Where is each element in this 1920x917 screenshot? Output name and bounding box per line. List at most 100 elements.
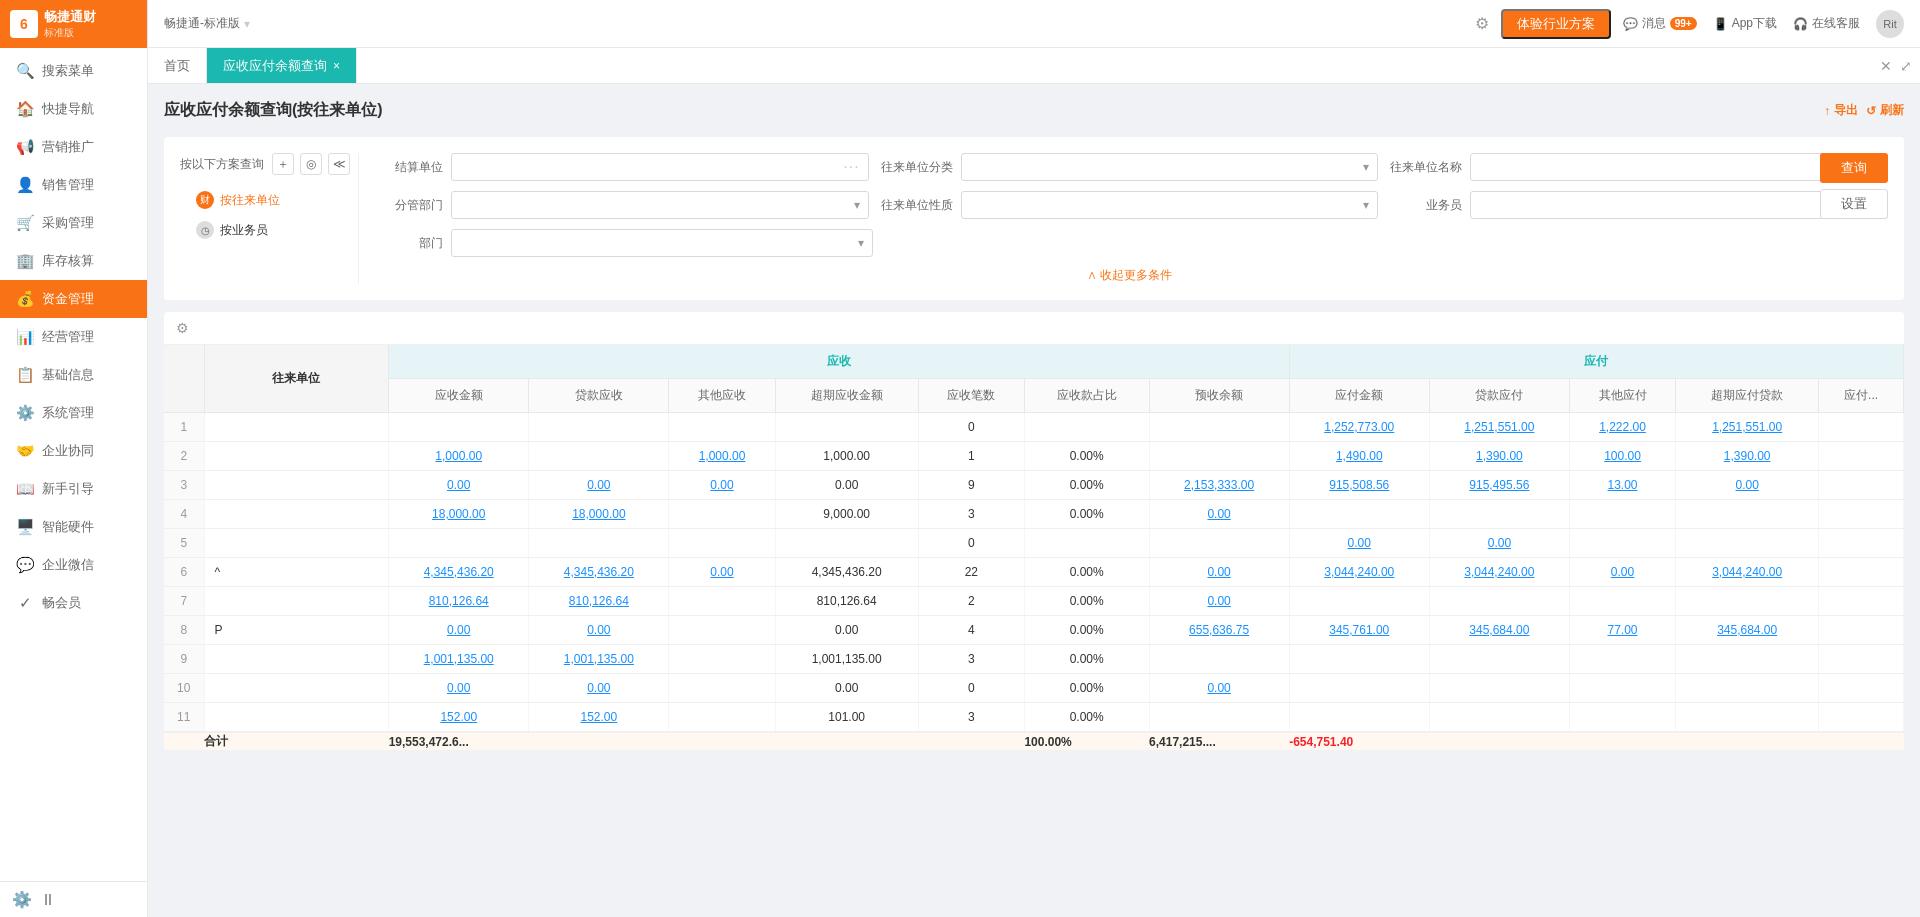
cell-qt_ys[interactable] [669, 703, 775, 733]
cell-yf_je[interactable] [1289, 500, 1429, 529]
app-download-button[interactable]: 📱 App下载 [1713, 15, 1777, 32]
sidebar-item-finance[interactable]: 💰资金管理 [0, 280, 147, 318]
scheme-settings-btn[interactable]: ◎ [300, 153, 322, 175]
cell-qt_ys[interactable] [669, 413, 775, 442]
filter-jiesuan-input[interactable]: ··· [451, 153, 869, 181]
set-button[interactable]: 设置 [1820, 189, 1888, 219]
cell-ys_je[interactable]: 4,345,436.20 [389, 558, 529, 587]
cell-yf_je[interactable] [1289, 587, 1429, 616]
cell-qt_ys[interactable] [669, 645, 775, 674]
cell-qt_yf[interactable] [1569, 645, 1675, 674]
cell-dk_ys[interactable]: 0.00 [529, 471, 669, 500]
cell-cq_yf_dk[interactable] [1676, 703, 1819, 733]
cell-ys_ye[interactable]: 655,636.75 [1149, 616, 1289, 645]
cell-dk_ys[interactable]: 810,126.64 [529, 587, 669, 616]
tabs-close-icon[interactable]: ✕ [1880, 58, 1892, 74]
filter-collapse-btn[interactable]: ∧ 收起更多条件 [371, 267, 1888, 284]
refresh-button[interactable]: ↺ 刷新 [1866, 102, 1904, 119]
cell-qt_ys[interactable] [669, 587, 775, 616]
sidebar-item-inventory[interactable]: 🏢库存核算 [0, 242, 147, 280]
cell-dk_yf[interactable] [1429, 674, 1569, 703]
sidebar-item-wechat[interactable]: 💬企业微信 [0, 546, 147, 584]
cell-yf_je[interactable]: 345,761.00 [1289, 616, 1429, 645]
cell-qt_ys[interactable]: 0.00 [669, 471, 775, 500]
sidebar-collapse-icon[interactable]: ⏸ [40, 891, 56, 909]
filter-wanglai-xingzhi-input[interactable]: ▾ [961, 191, 1379, 219]
cell-cq_yf_dk[interactable]: 345,684.00 [1676, 616, 1819, 645]
cell-cq_yf_dk[interactable] [1676, 500, 1819, 529]
sidebar-item-operation[interactable]: 📊经营管理 [0, 318, 147, 356]
cell-ys_je[interactable]: 0.00 [389, 471, 529, 500]
cell-ys_ye[interactable] [1149, 413, 1289, 442]
sidebar-item-purchase[interactable]: 🛒采购管理 [0, 204, 147, 242]
filter-bumen-input[interactable]: ▾ [451, 229, 873, 257]
cell-qt_yf[interactable]: 77.00 [1569, 616, 1675, 645]
cell-cq_yf_dk[interactable] [1676, 587, 1819, 616]
footer-ys-ye[interactable]: 6,417,215.... [1149, 732, 1289, 750]
cell-dk_yf[interactable]: 915,495.56 [1429, 471, 1569, 500]
tab-home[interactable]: 首页 [148, 48, 207, 83]
cell-yf_je[interactable] [1289, 674, 1429, 703]
cell-yf_je[interactable]: 0.00 [1289, 529, 1429, 558]
cell-qt_yf[interactable]: 0.00 [1569, 558, 1675, 587]
online-service-button[interactable]: 🎧 在线客服 [1793, 15, 1860, 32]
sidebar-settings-icon[interactable]: ⚙️ [12, 890, 32, 909]
cell-dk_yf[interactable]: 345,684.00 [1429, 616, 1569, 645]
cell-dk_ys[interactable]: 1,001,135.00 [529, 645, 669, 674]
cell-cq_yf_dk[interactable]: 1,390.00 [1676, 442, 1819, 471]
cell-dk_yf[interactable] [1429, 645, 1569, 674]
export-button[interactable]: ↑ 导出 [1824, 102, 1858, 119]
cell-yf_je[interactable]: 915,508.56 [1289, 471, 1429, 500]
cell-cq_yf_dk[interactable] [1676, 529, 1819, 558]
cell-qt_yf[interactable] [1569, 529, 1675, 558]
cell-dk_ys[interactable]: 0.00 [529, 674, 669, 703]
topbar-gear-icon[interactable]: ⚙ [1475, 14, 1489, 33]
sidebar-item-corp[interactable]: 🤝企业协同 [0, 432, 147, 470]
cell-qt_yf[interactable] [1569, 500, 1675, 529]
cell-dk_ys[interactable] [529, 529, 669, 558]
scheme-collapse-btn[interactable]: ≪ [328, 153, 350, 175]
cell-dk_ys[interactable] [529, 442, 669, 471]
sidebar-item-member[interactable]: ✓畅会员 [0, 584, 147, 622]
cell-ys_je[interactable]: 0.00 [389, 616, 529, 645]
sidebar-item-quick[interactable]: 🏠快捷导航 [0, 90, 147, 128]
cell-dk_yf[interactable]: 3,044,240.00 [1429, 558, 1569, 587]
tabs-expand-icon[interactable]: ⤢ [1900, 58, 1912, 74]
cell-yf_je[interactable]: 1,252,773.00 [1289, 413, 1429, 442]
filter-wanglai-fenl-input[interactable]: ▾ [961, 153, 1379, 181]
sidebar-item-marketing[interactable]: 📢营销推广 [0, 128, 147, 166]
cell-qt_ys[interactable] [669, 500, 775, 529]
scheme-item-unit[interactable]: 财 按往来单位 [188, 187, 350, 213]
cell-ys_ye[interactable]: 0.00 [1149, 674, 1289, 703]
cell-cq_yf_dk[interactable]: 1,251,551.00 [1676, 413, 1819, 442]
cell-dk_ys[interactable] [529, 413, 669, 442]
cell-ys_ye[interactable] [1149, 703, 1289, 733]
filter-fenguan-input[interactable]: ▾ [451, 191, 869, 219]
cell-ys_ye[interactable]: 0.00 [1149, 558, 1289, 587]
sidebar-item-basic[interactable]: 📋基础信息 [0, 356, 147, 394]
tab-query[interactable]: 应收应付余额查询 × [207, 48, 357, 83]
cell-cq_yf_dk[interactable] [1676, 645, 1819, 674]
cell-qt_yf[interactable]: 100.00 [1569, 442, 1675, 471]
cell-dk_yf[interactable]: 1,251,551.00 [1429, 413, 1569, 442]
sidebar-item-system[interactable]: ⚙️系统管理 [0, 394, 147, 432]
cell-dk_yf[interactable]: 0.00 [1429, 529, 1569, 558]
cell-ys_ye[interactable] [1149, 529, 1289, 558]
promo-button[interactable]: 体验行业方案 [1501, 9, 1611, 39]
cell-qt_yf[interactable] [1569, 703, 1675, 733]
cell-ys_ye[interactable] [1149, 442, 1289, 471]
cell-dk_yf[interactable] [1429, 500, 1569, 529]
cell-qt_ys[interactable] [669, 616, 775, 645]
cell-cq_yf_dk[interactable]: 3,044,240.00 [1676, 558, 1819, 587]
cell-ys_ye[interactable]: 0.00 [1149, 587, 1289, 616]
user-avatar[interactable]: Rit [1876, 10, 1904, 38]
cell-ys_je[interactable]: 0.00 [389, 674, 529, 703]
cell-qt_yf[interactable] [1569, 674, 1675, 703]
sidebar-item-guide[interactable]: 📖新手引导 [0, 470, 147, 508]
cell-cq_yf_dk[interactable]: 0.00 [1676, 471, 1819, 500]
cell-dk_ys[interactable]: 152.00 [529, 703, 669, 733]
cell-qt_ys[interactable]: 0.00 [669, 558, 775, 587]
table-settings-icon[interactable]: ⚙ [176, 320, 189, 336]
scheme-item-staff[interactable]: ◷ 按业务员 [188, 217, 350, 243]
cell-ys_je[interactable] [389, 529, 529, 558]
